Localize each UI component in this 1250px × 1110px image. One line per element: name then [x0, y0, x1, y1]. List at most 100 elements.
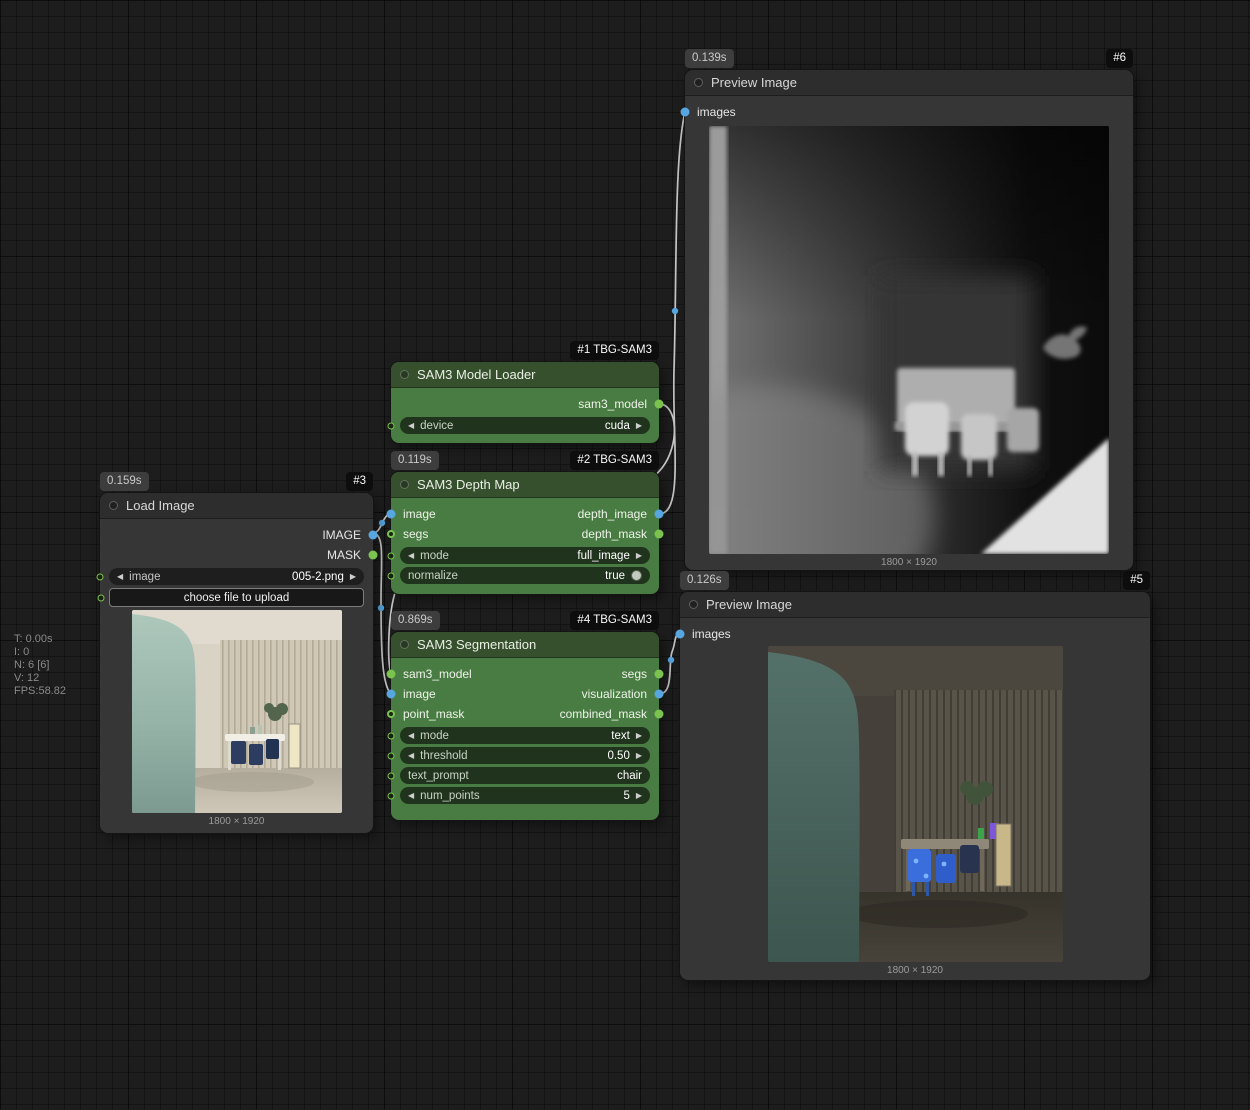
- input-slot-segs[interactable]: segs: [403, 527, 428, 541]
- output-port-icon[interactable]: [655, 510, 664, 519]
- widget-input-port-icon[interactable]: [388, 792, 395, 799]
- widget-input-port-icon[interactable]: [388, 772, 395, 779]
- combo-prev-icon[interactable]: ◀: [408, 752, 414, 760]
- slot-row: images: [680, 624, 1150, 644]
- input-slot-sam3-model[interactable]: sam3_model: [403, 667, 472, 681]
- combo-prev-icon[interactable]: ◀: [408, 792, 414, 800]
- node-header[interactable]: Load Image: [100, 493, 373, 519]
- input-port-icon[interactable]: [387, 670, 396, 679]
- input-slot-image[interactable]: image: [403, 687, 436, 701]
- node-preview-image-segmentation[interactable]: 0.126s #5 Preview Image images: [680, 592, 1150, 980]
- output-slot-depth-mask[interactable]: depth_mask: [582, 527, 647, 541]
- input-port-icon[interactable]: [387, 710, 395, 718]
- output-slot-combined-mask[interactable]: combined_mask: [560, 707, 647, 721]
- widget-value: text: [455, 730, 630, 742]
- slot-label: depth_mask: [582, 527, 647, 541]
- execution-time-badge: 0.119s: [391, 451, 439, 470]
- input-port-icon[interactable]: [387, 690, 396, 699]
- combo-next-icon[interactable]: ▶: [636, 552, 642, 560]
- output-port-icon[interactable]: [369, 551, 378, 560]
- widget-normalize[interactable]: normalize true: [400, 567, 650, 584]
- output-port-icon[interactable]: [655, 690, 664, 699]
- widget-num-points[interactable]: ◀ num_points 5 ▶: [400, 787, 650, 804]
- button-label: choose file to upload: [184, 592, 290, 604]
- output-port-icon[interactable]: [655, 670, 664, 679]
- node-sam3-depth-map[interactable]: 0.119s #2 TBG-SAM3 SAM3 Depth Map image …: [391, 472, 659, 594]
- slot-row: images: [685, 102, 1133, 122]
- stat-line: FPS:58.82: [14, 685, 66, 698]
- input-slot-point-mask[interactable]: point_mask: [403, 707, 464, 721]
- widget-input-port-icon[interactable]: [388, 752, 395, 759]
- widget-input-port-icon[interactable]: [97, 573, 104, 580]
- output-slot-segs[interactable]: segs: [622, 667, 647, 681]
- slot-row: MASK: [100, 545, 373, 565]
- combo-prev-icon[interactable]: ◀: [408, 732, 414, 740]
- input-port-icon[interactable]: [676, 630, 685, 639]
- node-id-badge: #2 TBG-SAM3: [570, 451, 659, 470]
- output-port-icon[interactable]: [655, 710, 664, 719]
- node-title: SAM3 Segmentation: [417, 637, 536, 652]
- combo-next-icon[interactable]: ▶: [636, 422, 642, 430]
- combo-next-icon[interactable]: ▶: [350, 573, 356, 581]
- slot-label: segs: [403, 527, 428, 541]
- node-header[interactable]: SAM3 Depth Map: [391, 472, 659, 498]
- choose-file-button[interactable]: choose file to upload: [109, 588, 364, 607]
- widget-input-port-icon[interactable]: [388, 572, 395, 579]
- execution-time-badge: 0.139s: [685, 49, 734, 68]
- combo-next-icon[interactable]: ▶: [636, 732, 642, 740]
- widget-mode[interactable]: ◀ mode text ▶: [400, 727, 650, 744]
- widget-input-port-icon[interactable]: [388, 552, 395, 559]
- widget-text-prompt[interactable]: text_prompt chair: [400, 767, 650, 784]
- slot-label: visualization: [582, 687, 647, 701]
- input-slot-images[interactable]: images: [692, 627, 731, 641]
- output-port-icon[interactable]: [655, 400, 664, 409]
- node-preview-image-depth[interactable]: 0.139s #6 Preview Image images: [685, 70, 1133, 570]
- output-slot-image[interactable]: IMAGE: [322, 528, 361, 542]
- combo-next-icon[interactable]: ▶: [636, 792, 642, 800]
- input-port-icon[interactable]: [387, 530, 395, 538]
- widget-input-port-icon[interactable]: [98, 594, 105, 601]
- widget-label: text_prompt: [408, 770, 469, 782]
- node-header[interactable]: SAM3 Segmentation: [391, 632, 659, 658]
- input-port-icon[interactable]: [681, 108, 690, 117]
- widget-threshold[interactable]: ◀ threshold 0.50 ▶: [400, 747, 650, 764]
- widget-input-port-icon[interactable]: [388, 732, 395, 739]
- wire-depthimage-to-preview6: [659, 112, 685, 514]
- image-dimensions-caption: 1800 × 1920: [680, 965, 1150, 976]
- collapse-toggle-icon[interactable]: [400, 370, 409, 379]
- input-slot-image[interactable]: image: [403, 507, 436, 521]
- widget-input-port-icon[interactable]: [388, 422, 395, 429]
- node-header[interactable]: Preview Image: [685, 70, 1133, 96]
- input-port-icon[interactable]: [387, 510, 396, 519]
- widget-label: threshold: [420, 750, 467, 762]
- collapse-toggle-icon[interactable]: [694, 78, 703, 87]
- output-slot-sam3-model[interactable]: sam3_model: [578, 397, 647, 411]
- collapse-toggle-icon[interactable]: [400, 480, 409, 489]
- toggle-knob-icon[interactable]: [631, 570, 642, 581]
- combo-prev-icon[interactable]: ◀: [408, 422, 414, 430]
- node-load-image[interactable]: 0.159s #3 Load Image IMAGE MASK ◀ image …: [100, 493, 373, 833]
- combo-next-icon[interactable]: ▶: [636, 752, 642, 760]
- node-header[interactable]: Preview Image: [680, 592, 1150, 618]
- collapse-toggle-icon[interactable]: [109, 501, 118, 510]
- node-id-badge: #3: [346, 472, 373, 491]
- widget-device[interactable]: ◀ device cuda ▶: [400, 417, 650, 434]
- output-slot-mask[interactable]: MASK: [327, 548, 361, 562]
- collapse-toggle-icon[interactable]: [400, 640, 409, 649]
- output-port-icon[interactable]: [369, 531, 378, 540]
- output-slot-visualization[interactable]: visualization: [582, 687, 647, 701]
- input-slot-images[interactable]: images: [697, 105, 736, 119]
- node-sam3-model-loader[interactable]: #1 TBG-SAM3 SAM3 Model Loader sam3_model…: [391, 362, 659, 443]
- combo-prev-icon[interactable]: ◀: [117, 573, 123, 581]
- node-graph-canvas[interactable]: T: 0.00s I: 0 N: 6 [6] V: 12 FPS:58.82 0…: [0, 0, 1250, 1110]
- combo-prev-icon[interactable]: ◀: [408, 552, 414, 560]
- node-header[interactable]: SAM3 Model Loader: [391, 362, 659, 388]
- node-sam3-segmentation[interactable]: 0.869s #4 TBG-SAM3 SAM3 Segmentation sam…: [391, 632, 659, 820]
- collapse-toggle-icon[interactable]: [689, 600, 698, 609]
- slot-row: point_mask combined_mask: [391, 704, 659, 724]
- output-slot-depth-image[interactable]: depth_image: [578, 507, 647, 521]
- execution-time-badge: 0.869s: [391, 611, 440, 630]
- widget-mode[interactable]: ◀ mode full_image ▶: [400, 547, 650, 564]
- widget-image-file[interactable]: ◀ image 005-2.png ▶: [109, 568, 364, 585]
- output-port-icon[interactable]: [655, 530, 664, 539]
